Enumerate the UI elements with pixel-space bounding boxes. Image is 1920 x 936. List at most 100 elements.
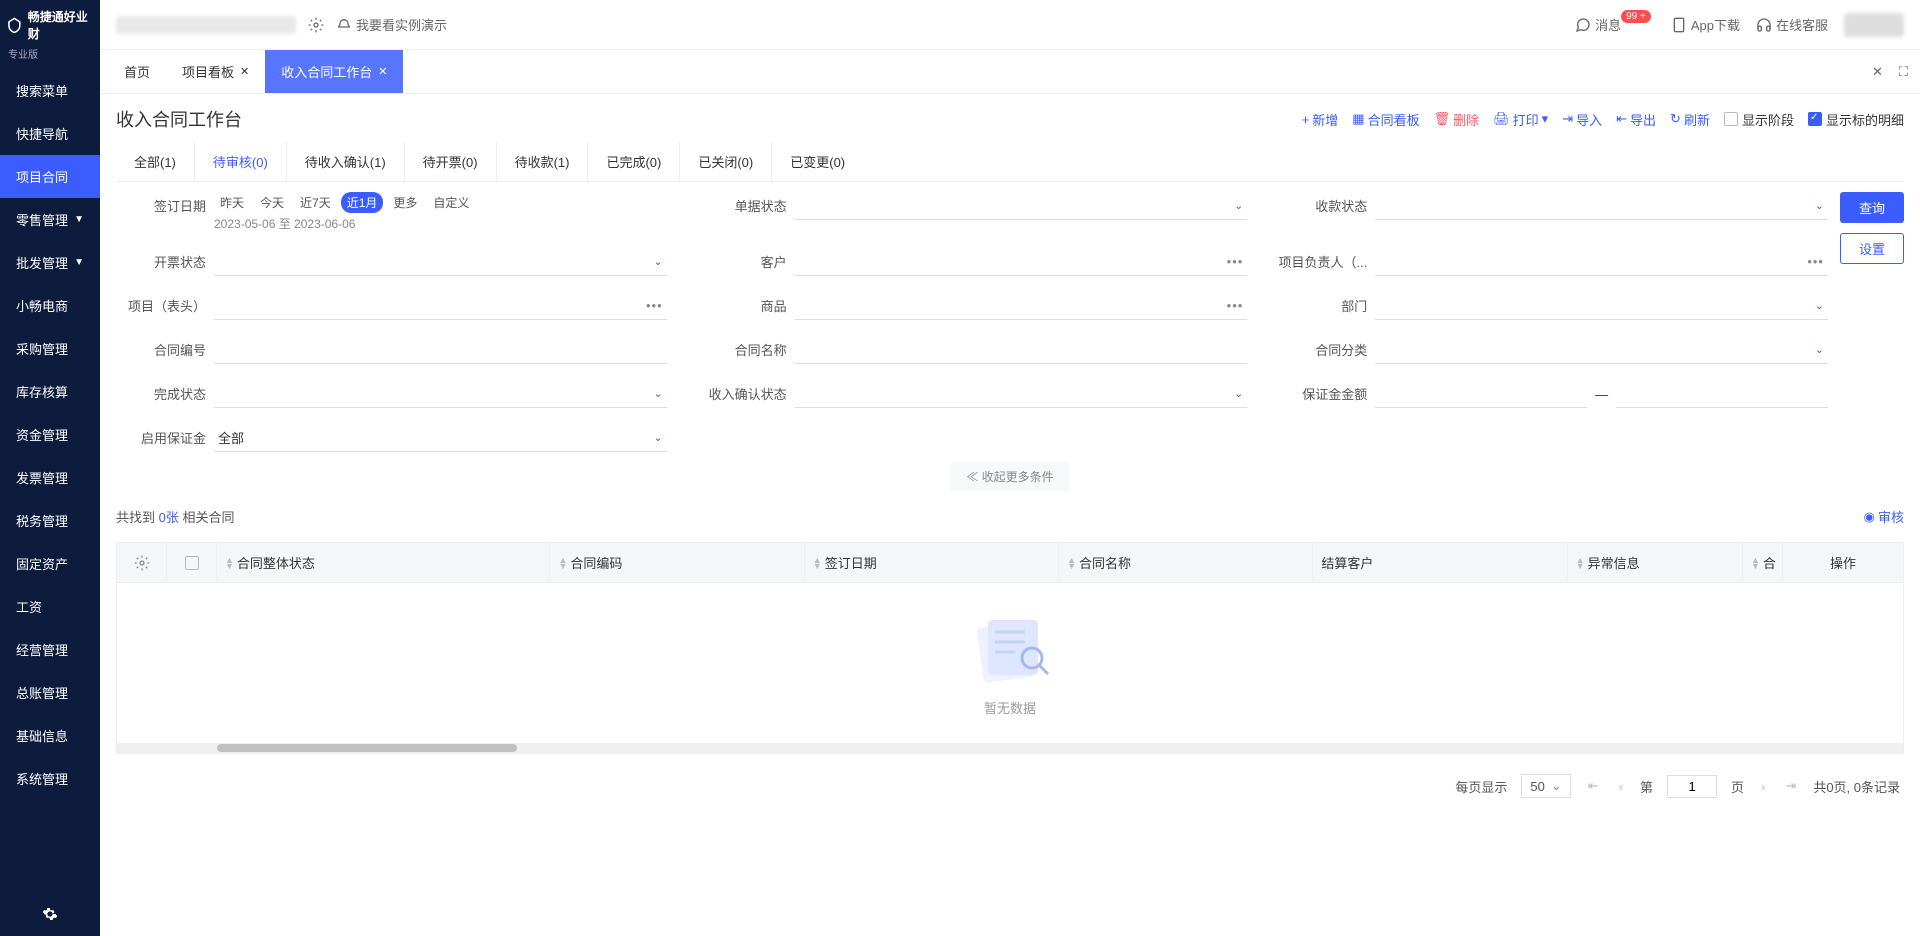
project-owner-select[interactable]: ••• — [1375, 248, 1828, 276]
complete-status-select[interactable]: ⌄ — [214, 380, 667, 408]
contract-name-input[interactable] — [795, 336, 1248, 364]
org-selector-blurred[interactable] — [116, 16, 296, 34]
online-service-button[interactable]: 在线客服 — [1756, 15, 1828, 34]
filter-settings-button[interactable]: 设置 — [1840, 233, 1904, 264]
audit-button[interactable]: ◉ 审核 — [1864, 507, 1904, 526]
page-number-input[interactable] — [1667, 775, 1717, 798]
filter-sign-date: 签订日期 昨天今天近7天近1月更多自定义 2023-05-06 至 2023-0… — [116, 192, 667, 232]
per-page-select[interactable]: 50 ⌄ — [1521, 774, 1570, 798]
contract-board-button[interactable]: ▦ 合同看板 — [1352, 110, 1419, 129]
sidebar-item[interactable]: 税务管理 — [0, 499, 100, 542]
invoice-status-select[interactable]: ⌄ — [214, 248, 667, 276]
table-select-all[interactable] — [167, 543, 217, 582]
print-button[interactable]: 🖨 打印 ▾ — [1493, 110, 1548, 129]
horizontal-scrollbar[interactable] — [117, 743, 1903, 753]
status-tab[interactable]: 已关闭(0) — [680, 142, 772, 181]
date-range-option[interactable]: 昨天 — [214, 192, 250, 213]
sidebar-item[interactable]: 资金管理 — [0, 413, 100, 456]
tab-fullscreen-icon[interactable]: ⛶ — [1895, 60, 1912, 84]
sidebar-item[interactable]: 采购管理 — [0, 327, 100, 370]
status-tab[interactable]: 已完成(0) — [588, 142, 680, 181]
sidebar-item[interactable]: 工资 — [0, 585, 100, 628]
delete-button[interactable]: 🗑 删除 — [1434, 110, 1480, 129]
project-head-select[interactable]: ••• — [214, 292, 667, 320]
export-button[interactable]: ⇤ 导出 — [1616, 110, 1656, 129]
tab-close-icon[interactable]: ✕ — [240, 65, 249, 78]
sidebar-item[interactable]: 固定资产 — [0, 542, 100, 585]
filter-customer: 客户 ••• — [697, 248, 1248, 276]
sidebar-item[interactable]: 搜索菜单 — [0, 69, 100, 112]
product-select[interactable]: ••• — [795, 292, 1248, 320]
date-range-option[interactable]: 近1月 — [341, 192, 384, 213]
page-prev-icon[interactable]: ‹ — [1616, 779, 1626, 794]
sidebar-item[interactable]: 库存核算 — [0, 370, 100, 413]
collapse-filters-button[interactable]: ≪ 收起更多条件 — [950, 462, 1070, 491]
empty-text: 暂无数据 — [984, 698, 1036, 717]
receipt-status-select[interactable]: ⌄ — [1375, 192, 1828, 220]
page-tab[interactable]: 项目看板✕ — [166, 50, 265, 93]
page-first-icon[interactable]: ⇤ — [1585, 778, 1602, 794]
user-avatar-blurred[interactable] — [1844, 13, 1904, 37]
page-tab[interactable]: 收入合同工作台✕ — [265, 50, 403, 93]
income-confirm-select[interactable]: ⌄ — [795, 380, 1248, 408]
doc-status-select[interactable]: ⌄ — [795, 192, 1248, 220]
col-truncated[interactable]: ▲▼合 — [1743, 543, 1783, 582]
date-range-option[interactable]: 今天 — [254, 192, 290, 213]
col-contract-name[interactable]: ▲▼合同名称 — [1059, 543, 1313, 582]
department-select[interactable]: ⌄ — [1375, 292, 1828, 320]
sidebar-item[interactable]: 发票管理 — [0, 456, 100, 499]
refresh-button[interactable]: ↻ 刷新 — [1670, 110, 1710, 129]
sidebar-item[interactable]: 零售管理▼ — [0, 198, 100, 241]
deposit-from-input[interactable] — [1375, 380, 1587, 408]
sidebar-item[interactable]: 总账管理 — [0, 671, 100, 714]
settings-icon[interactable] — [308, 17, 324, 33]
import-button[interactable]: ⇥ 导入 — [1562, 110, 1602, 129]
deposit-to-input[interactable] — [1616, 380, 1828, 408]
sidebar-item[interactable]: 经营管理 — [0, 628, 100, 671]
page-toolbar: 收入合同工作台 + 新增 ▦ 合同看板 🗑 删除 🖨 打印 ▾ ⇥ 导入 ⇤ 导… — [116, 106, 1904, 132]
date-range-option[interactable]: 自定义 — [427, 192, 475, 213]
col-sign-date[interactable]: ▲▼签订日期 — [805, 543, 1059, 582]
sidebar-item[interactable]: 系统管理 — [0, 757, 100, 800]
date-range-option[interactable]: 近7天 — [294, 192, 337, 213]
table-header: ▲▼合同整体状态 ▲▼合同编码 ▲▼签订日期 ▲▼合同名称 结算客户 ▲▼异常信… — [117, 543, 1903, 583]
sidebar-item[interactable]: 小畅电商 — [0, 284, 100, 327]
page-last-icon[interactable]: ⇥ — [1782, 778, 1799, 794]
show-detail-checkbox[interactable]: 显示标的明细 — [1808, 110, 1904, 129]
table-settings-header[interactable] — [117, 543, 167, 582]
filter-income-confirm: 收入确认状态 ⌄ — [697, 380, 1248, 408]
contract-type-select[interactable]: ⌄ — [1375, 336, 1828, 364]
status-tab[interactable]: 待收款(1) — [497, 142, 589, 181]
sidebar-item[interactable]: 基础信息 — [0, 714, 100, 757]
col-overall-status[interactable]: ▲▼合同整体状态 — [217, 543, 550, 582]
page-tab[interactable]: 首页 — [108, 50, 166, 93]
result-count: 0张 — [159, 510, 179, 525]
page-next-icon[interactable]: › — [1758, 779, 1768, 794]
app-download-button[interactable]: App下载 — [1671, 15, 1740, 34]
col-exception[interactable]: ▲▼异常信息 — [1568, 543, 1743, 582]
enable-deposit-select[interactable]: 全部⌄ — [214, 424, 667, 452]
status-tab[interactable]: 待开票(0) — [405, 142, 497, 181]
date-range-option[interactable]: 更多 — [387, 192, 423, 213]
contract-no-input[interactable] — [214, 336, 667, 364]
messages-button[interactable]: 消息 99 + — [1575, 15, 1655, 34]
query-button[interactable]: 查询 — [1840, 192, 1904, 223]
col-contract-code[interactable]: ▲▼合同编码 — [550, 543, 804, 582]
demo-link[interactable]: 我要看实例演示 — [336, 15, 447, 34]
tab-close-all-icon[interactable]: ✕ — [1868, 60, 1887, 84]
sidebar-item[interactable]: 项目合同 — [0, 155, 100, 198]
add-button[interactable]: + 新增 — [1302, 110, 1339, 129]
customer-select[interactable]: ••• — [795, 248, 1248, 276]
status-tab[interactable]: 待收入确认(1) — [287, 142, 405, 181]
settings-gear-icon[interactable] — [38, 902, 62, 926]
sidebar-item[interactable]: 快捷导航 — [0, 112, 100, 155]
sidebar-item[interactable]: 批发管理▼ — [0, 241, 100, 284]
filter-form: 签订日期 昨天今天近7天近1月更多自定义 2023-05-06 至 2023-0… — [116, 192, 1828, 452]
col-settle-customer[interactable]: 结算客户 — [1313, 543, 1567, 582]
status-tab[interactable]: 已变更(0) — [772, 142, 863, 181]
status-tab[interactable]: 待审核(0) — [195, 142, 287, 181]
tab-close-icon[interactable]: ✕ — [378, 65, 387, 78]
status-tab[interactable]: 全部(1) — [116, 142, 195, 181]
show-phase-checkbox[interactable]: 显示阶段 — [1724, 110, 1794, 129]
filter-enable-deposit: 启用保证金 全部⌄ — [116, 424, 667, 452]
